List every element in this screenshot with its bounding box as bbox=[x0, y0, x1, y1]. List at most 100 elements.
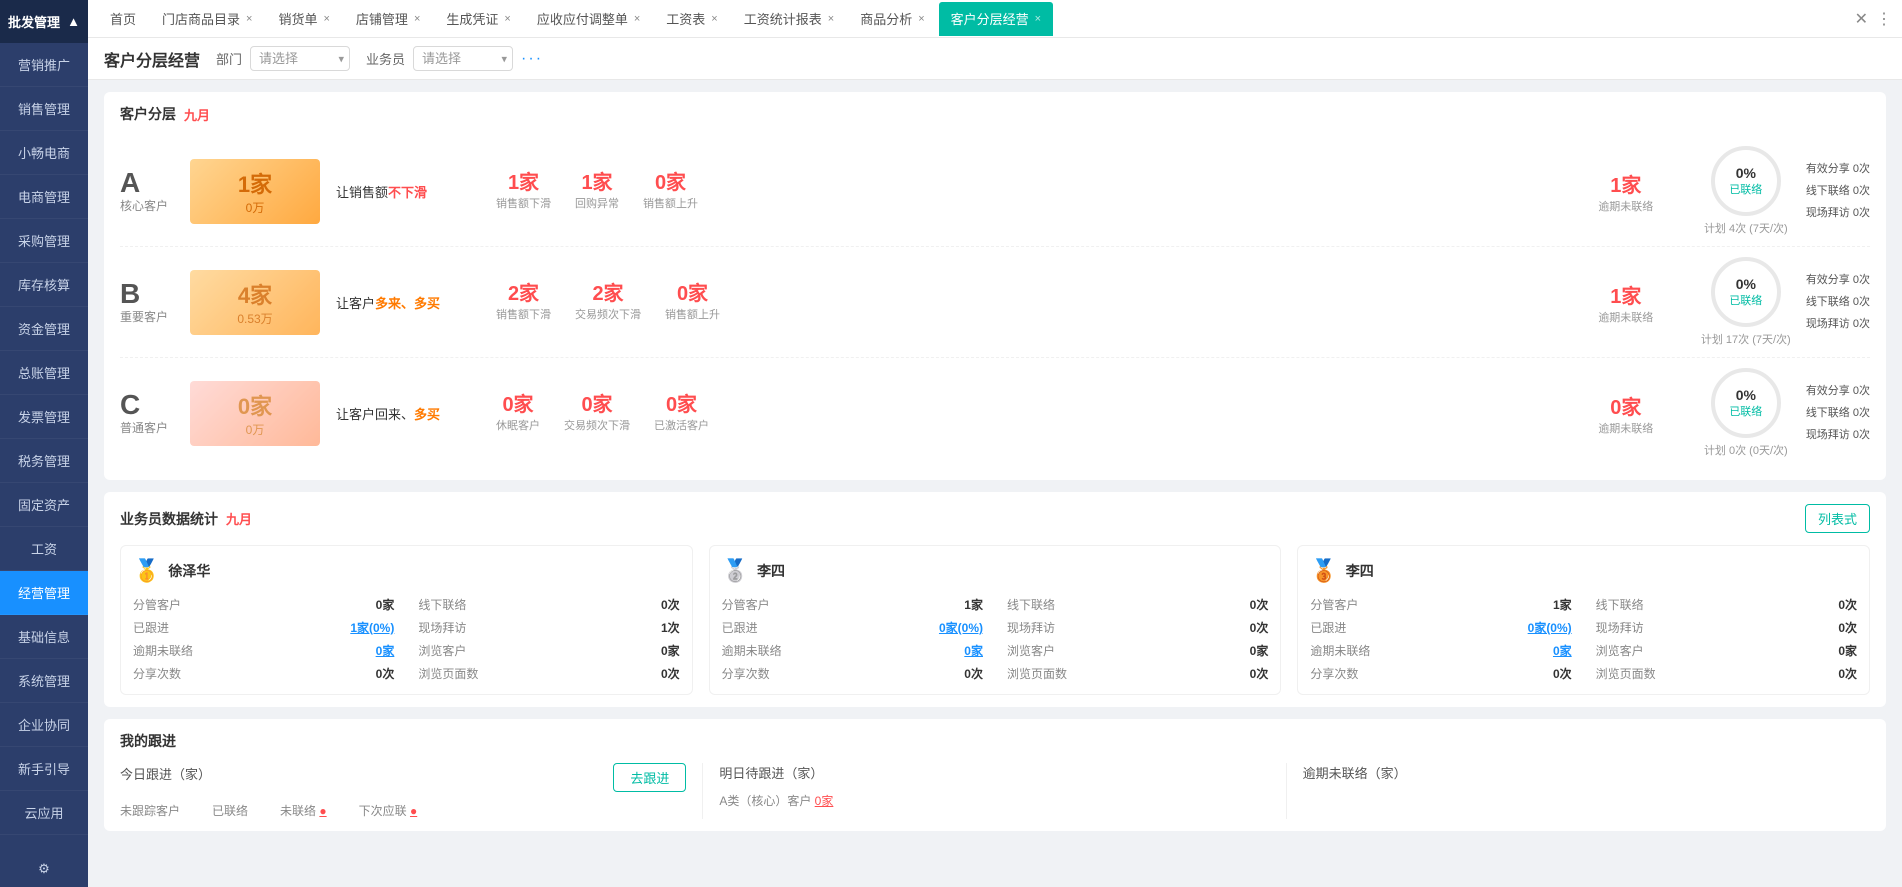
followup-title: 我的跟进 bbox=[120, 731, 1870, 751]
tab-close-商品分析[interactable]: × bbox=[918, 13, 924, 25]
sidebar-item-销售管理[interactable]: 销售管理 bbox=[0, 87, 88, 131]
tab-close-门店商品目录[interactable]: × bbox=[246, 13, 252, 25]
tier-suggest-highlight-B: 多来、多买 bbox=[375, 296, 440, 311]
tier-stat-label: 交易频次下滑 bbox=[575, 306, 641, 322]
tier-letter-A: A bbox=[120, 169, 190, 197]
tier-circle-plan-C: 计划 0次 (0天/次) bbox=[1686, 442, 1806, 458]
biz-stat-val[interactable]: 0家 bbox=[1553, 642, 1572, 659]
tab-商品分析[interactable]: 商品分析× bbox=[848, 2, 936, 36]
biz-stat-val[interactable]: 0家(0%) bbox=[939, 619, 983, 636]
sidebar-header-label: 批发管理 bbox=[8, 12, 60, 31]
biz-medal-0: 🥇 bbox=[133, 558, 160, 584]
tier-stats-A: 1家销售额下滑1家回购异常0家销售额上升 bbox=[496, 171, 1566, 211]
biz-stat-key: 现场拜访 bbox=[1007, 619, 1055, 636]
tab-客户分层经营[interactable]: 客户分层经营× bbox=[939, 2, 1053, 36]
tier-count-sub-C: 0万 bbox=[246, 421, 265, 438]
tier-circle-pct-C: 0% bbox=[1736, 387, 1756, 403]
tab-首页[interactable]: 首页 bbox=[98, 2, 148, 36]
biz-stat-row-0-0: 分管客户0家 bbox=[133, 596, 394, 613]
followup-uncontacted-val[interactable]: ● bbox=[319, 804, 326, 818]
tab-close-工资统计报表[interactable]: × bbox=[828, 13, 834, 25]
biz-stat-val: 0次 bbox=[376, 665, 395, 682]
sidebar-header[interactable]: 批发管理 ▲ bbox=[0, 0, 88, 43]
tier-count-sub-A: 0万 bbox=[246, 199, 265, 216]
tier-row-A: A核心客户1家0万让销售额不下滑1家销售额下滑1家回购异常0家销售额上升1家逾期… bbox=[120, 136, 1870, 247]
sidebar-item-系统管理[interactable]: 系统管理 bbox=[0, 659, 88, 703]
biz-stat-key: 逾期未联络 bbox=[133, 642, 193, 659]
biz-stat-key: 已跟进 bbox=[133, 619, 169, 636]
sidebar-item-新手引导[interactable]: 新手引导 bbox=[0, 747, 88, 791]
sidebar-item-云应用[interactable]: 云应用 bbox=[0, 791, 88, 835]
sidebar-item-税务管理[interactable]: 税务管理 bbox=[0, 439, 88, 483]
tier-circle-plan-A: 计划 4次 (7天/次) bbox=[1686, 220, 1806, 236]
sidebar-item-电商管理[interactable]: 电商管理 bbox=[0, 175, 88, 219]
more-filter-btn[interactable]: ··· bbox=[521, 50, 543, 68]
sidebar-item-资金管理[interactable]: 资金管理 bbox=[0, 307, 88, 351]
tab-工资统计报表[interactable]: 工资统计报表× bbox=[732, 2, 846, 36]
biz-stat-val: 0次 bbox=[1250, 665, 1269, 682]
biz-stat-key: 浏览客户 bbox=[1007, 642, 1055, 659]
tab-close-客户分层经营[interactable]: × bbox=[1035, 13, 1041, 25]
sidebar-item-采购管理[interactable]: 采购管理 bbox=[0, 219, 88, 263]
followup-contacted-label: 已联络 bbox=[212, 804, 248, 818]
biz-stat-val: 0家 bbox=[1250, 642, 1269, 659]
sidebar-item-发票管理[interactable]: 发票管理 bbox=[0, 395, 88, 439]
tier-circle-status-A: 已联络 bbox=[1729, 181, 1762, 197]
tier-stat-C-已激活客户: 0家已激活客户 bbox=[654, 393, 709, 433]
tier-side-stat-item: 有效分享 0次 bbox=[1806, 269, 1870, 291]
biz-stat-row-2-1: 线下联络0次 bbox=[1596, 596, 1857, 613]
biz-stat-row-1-6: 分享次数0次 bbox=[722, 665, 983, 682]
followup-next-val[interactable]: ● bbox=[410, 804, 417, 818]
sidebar-item-企业协同[interactable]: 企业协同 bbox=[0, 703, 88, 747]
sidebar-item-经营管理[interactable]: 经营管理 bbox=[0, 571, 88, 615]
biz-medal-2: 🥉 bbox=[1310, 558, 1337, 584]
biz-stat-val: 0家 bbox=[1838, 642, 1857, 659]
tab-close-生成凭证[interactable]: × bbox=[504, 13, 510, 25]
biz-stat-val[interactable]: 0家 bbox=[376, 642, 395, 659]
dept-select[interactable]: 请选择 bbox=[250, 46, 350, 71]
sidebar-gear[interactable]: ⚙ bbox=[0, 851, 88, 887]
sidebar-item-营销推广[interactable]: 营销推广 bbox=[0, 43, 88, 87]
biz-stat-val[interactable]: 0家 bbox=[964, 642, 983, 659]
tab-close-应收应付调整单[interactable]: × bbox=[634, 13, 640, 25]
tab-close-销货单[interactable]: × bbox=[323, 13, 329, 25]
biz-stat-row-2-2: 已跟进0家(0%) bbox=[1310, 619, 1571, 636]
tab-应收应付调整单[interactable]: 应收应付调整单× bbox=[525, 2, 652, 36]
biz-stat-row-1-7: 浏览页面数0次 bbox=[1007, 665, 1268, 682]
biz-stat-val[interactable]: 0家(0%) bbox=[1528, 619, 1572, 636]
tier-circle-area-A: 0% 已联络 计划 4次 (7天/次) bbox=[1686, 146, 1806, 236]
biz-stat-val: 0家 bbox=[376, 596, 395, 613]
sidebar-item-库存核算[interactable]: 库存核算 bbox=[0, 263, 88, 307]
tier-stat-num: 2家 bbox=[496, 282, 551, 306]
followup-uncontacted-label: 未联络 bbox=[280, 804, 319, 818]
sidebar-item-固定资产[interactable]: 固定资产 bbox=[0, 483, 88, 527]
sidebar-item-小畅电商[interactable]: 小畅电商 bbox=[0, 131, 88, 175]
goto-followup-btn[interactable]: 去跟进 bbox=[613, 763, 686, 792]
tab-close-店铺管理[interactable]: × bbox=[414, 13, 420, 25]
tab-action-close[interactable]: ✕ bbox=[1855, 9, 1868, 29]
tab-action-more[interactable]: ⋮ bbox=[1876, 9, 1892, 29]
list-view-btn[interactable]: 列表式 bbox=[1805, 504, 1870, 533]
tab-工资表[interactable]: 工资表× bbox=[654, 2, 729, 36]
tab-生成凭证[interactable]: 生成凭证× bbox=[434, 2, 522, 36]
biz-stat-val: 0次 bbox=[1250, 596, 1269, 613]
followup-tier-a-val[interactable]: 0家 bbox=[815, 794, 834, 808]
tab-close-工资表[interactable]: × bbox=[711, 13, 717, 25]
followup-contacted: 已联络 bbox=[212, 802, 248, 819]
tab-门店商品目录[interactable]: 门店商品目录× bbox=[150, 2, 264, 36]
tier-suggest-highlight-C: 多买 bbox=[414, 407, 440, 422]
tab-店铺管理[interactable]: 店铺管理× bbox=[344, 2, 432, 36]
biz-stat-val[interactable]: 1家(0%) bbox=[350, 619, 394, 636]
sales-select[interactable]: 请选择 bbox=[413, 46, 513, 71]
tier-count-main-A: 1家 bbox=[238, 167, 272, 199]
biz-stat-row-1-3: 现场拜访0次 bbox=[1007, 619, 1268, 636]
tab-销货单[interactable]: 销货单× bbox=[266, 2, 341, 36]
biz-medal-1: 🥈 bbox=[722, 558, 749, 584]
sidebar-item-总账管理[interactable]: 总账管理 bbox=[0, 351, 88, 395]
tier-row-B: B重要客户4家0.53万让客户多来、多买2家销售额下滑2家交易频次下滑0家销售额… bbox=[120, 247, 1870, 358]
sidebar-item-工资[interactable]: 工资 bbox=[0, 527, 88, 571]
tier-uncontacted-A: 1家逾期未联络 bbox=[1566, 169, 1686, 214]
sidebar-item-基础信息[interactable]: 基础信息 bbox=[0, 615, 88, 659]
biz-stat-key: 浏览页面数 bbox=[418, 665, 478, 682]
tier-stats-B: 2家销售额下滑2家交易频次下滑0家销售额上升 bbox=[496, 282, 1566, 322]
